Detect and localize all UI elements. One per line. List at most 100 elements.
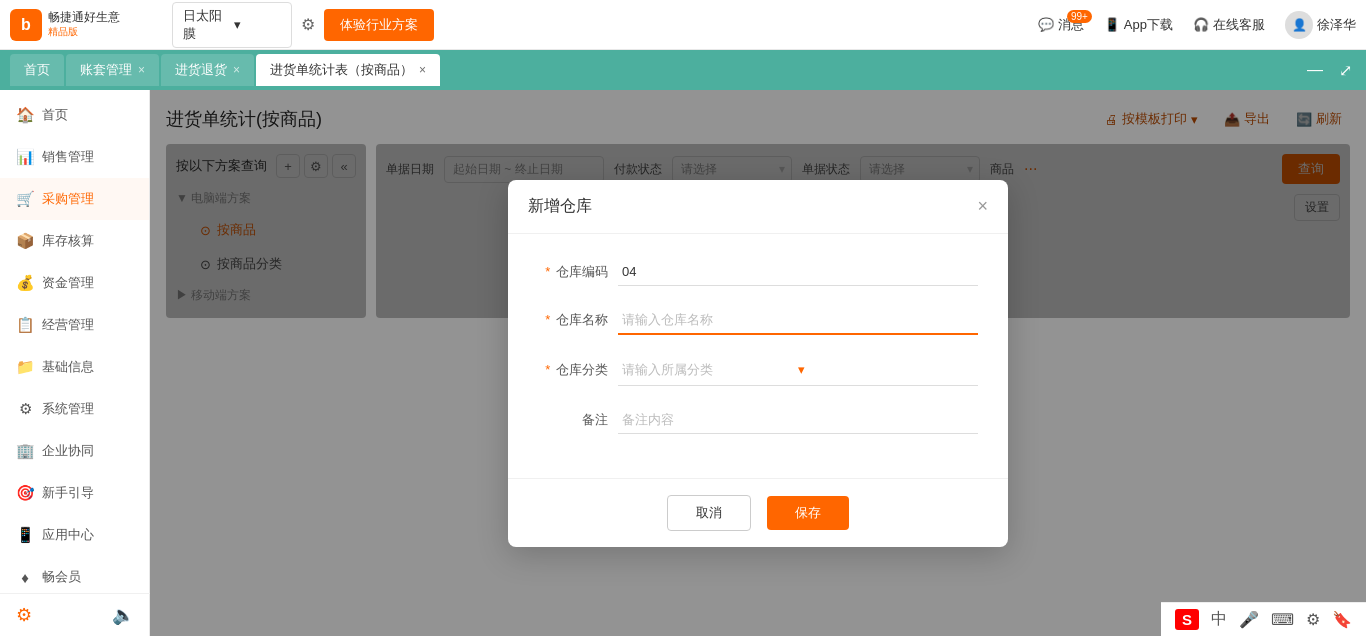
sidebar-vip-label: 畅会员 xyxy=(42,568,81,586)
sidebar-item-system[interactable]: ⚙ 系统管理 xyxy=(0,388,149,430)
keyboard-icon[interactable]: ⌨ xyxy=(1271,610,1294,629)
sidebar-item-basic-info[interactable]: 📁 基础信息 xyxy=(0,346,149,388)
tab-bar: 首页 账套管理 × 进货退货 × 进货单统计表（按商品） × — ⤢ xyxy=(0,50,1366,90)
sidebar-apps-label: 应用中心 xyxy=(42,526,94,544)
tab-accounts-label: 账套管理 xyxy=(80,61,132,79)
tab-accounts[interactable]: 账套管理 × xyxy=(66,54,159,86)
inventory-icon: 📦 xyxy=(16,232,34,250)
modal-overlay: 新增仓库 × * 仓库编码 * xyxy=(150,90,1366,636)
sidebar-item-home[interactable]: 🏠 首页 xyxy=(0,94,149,136)
settings-bottom-icon[interactable]: ⚙ xyxy=(16,604,32,626)
logo-area: b 畅捷通好生意 精品版 xyxy=(10,9,160,41)
warehouse-code-input[interactable] xyxy=(618,258,978,286)
sidebar-item-enterprise[interactable]: 🏢 企业协同 xyxy=(0,430,149,472)
status-bar: S 中 🎤 ⌨ ⚙ 🔖 xyxy=(1161,602,1366,636)
sidebar-finance-label: 资金管理 xyxy=(42,274,94,292)
message-icon: 💬 xyxy=(1038,17,1054,32)
cancel-button[interactable]: 取消 xyxy=(667,495,751,531)
sidebar-system-label: 系统管理 xyxy=(42,400,94,418)
experience-btn[interactable]: 体验行业方案 xyxy=(324,9,434,41)
store-dropdown-icon: ▾ xyxy=(234,17,281,32)
warehouse-name-input[interactable] xyxy=(618,306,978,335)
remark-label: 备注 xyxy=(538,411,618,429)
sidebar-inventory-label: 库存核算 xyxy=(42,232,94,250)
main-layout: 🏠 首页 📊 销售管理 🛒 采购管理 📦 库存核算 💰 资金管理 📋 经营管理 … xyxy=(0,90,1366,636)
tab-home-label: 首页 xyxy=(24,61,50,79)
home-icon: 🏠 xyxy=(16,106,34,124)
sidebar-item-vip[interactable]: ♦ 畅会员 xyxy=(0,556,149,598)
tab-purchase-stats-close[interactable]: × xyxy=(419,63,426,77)
tab-purchase-stats-label: 进货单统计表（按商品） xyxy=(270,61,413,79)
category-dropdown-arrow: ▾ xyxy=(798,362,974,377)
sidebar-item-purchase[interactable]: 🛒 采购管理 xyxy=(0,178,149,220)
headset-icon: 🎧 xyxy=(1193,17,1209,32)
tab-home[interactable]: 首页 xyxy=(10,54,64,86)
sidebar-item-apps[interactable]: 📱 应用中心 xyxy=(0,514,149,556)
warehouse-remark-input[interactable] xyxy=(618,406,978,434)
sidebar-item-guide[interactable]: 🎯 新手引导 xyxy=(0,472,149,514)
tab-purchase-stats[interactable]: 进货单统计表（按商品） × xyxy=(256,54,440,86)
sidebar-item-finance[interactable]: 💰 资金管理 xyxy=(0,262,149,304)
microphone-icon[interactable]: 🎤 xyxy=(1239,610,1259,629)
tab-minimize-button[interactable]: — xyxy=(1303,61,1327,80)
dialog-title: 新增仓库 xyxy=(528,196,592,217)
vip-icon: ♦ xyxy=(16,569,34,586)
apps-icon: 📱 xyxy=(16,526,34,544)
phone-icon: 📱 xyxy=(1104,17,1120,32)
sidebar-item-inventory[interactable]: 📦 库存核算 xyxy=(0,220,149,262)
guide-icon: 🎯 xyxy=(16,484,34,502)
sidebar-sales-label: 销售管理 xyxy=(42,148,94,166)
logo-icon: b xyxy=(10,9,42,41)
logo-title: 畅捷通好生意 xyxy=(48,10,120,26)
top-navigation: b 畅捷通好生意 精品版 日太阳膜 ▾ ⚙ 体验行业方案 💬 消息 99+ 📱 … xyxy=(0,0,1366,50)
tab-purchase-return[interactable]: 进货退货 × xyxy=(161,54,254,86)
tab-maximize-button[interactable]: ⤢ xyxy=(1335,61,1356,80)
online-service-action[interactable]: 🎧 在线客服 xyxy=(1193,16,1265,34)
messages-action[interactable]: 💬 消息 99+ xyxy=(1038,16,1084,34)
sidebar-item-management[interactable]: 📋 经营管理 xyxy=(0,304,149,346)
code-required-star: * xyxy=(545,264,550,279)
form-row-remark: 备注 xyxy=(538,406,978,434)
form-row-code: * 仓库编码 xyxy=(538,258,978,286)
volume-icon[interactable]: 🔈 xyxy=(112,604,134,626)
dialog-close-button[interactable]: × xyxy=(977,196,988,217)
tab-purchase-return-close[interactable]: × xyxy=(233,63,240,77)
category-required-star: * xyxy=(545,362,550,377)
basic-info-icon: 📁 xyxy=(16,358,34,376)
finance-icon: 💰 xyxy=(16,274,34,292)
save-button[interactable]: 保存 xyxy=(767,496,849,530)
store-selector[interactable]: 日太阳膜 ▾ xyxy=(172,2,292,48)
dialog-body: * 仓库编码 * 仓库名称 xyxy=(508,234,1008,478)
messages-badge: 99+ xyxy=(1067,10,1092,23)
dialog-footer: 取消 保存 xyxy=(508,478,1008,547)
sales-icon: 📊 xyxy=(16,148,34,166)
code-label: * 仓库编码 xyxy=(538,263,618,281)
tab-accounts-close[interactable]: × xyxy=(138,63,145,77)
new-warehouse-dialog: 新增仓库 × * 仓库编码 * xyxy=(508,180,1008,547)
chinese-input-icon[interactable]: 中 xyxy=(1211,609,1227,630)
category-label: * 仓库分类 xyxy=(538,361,618,379)
system-icon: ⚙ xyxy=(16,400,34,418)
online-service-label: 在线客服 xyxy=(1213,16,1265,34)
form-row-category: * 仓库分类 请输入所属分类 ▾ xyxy=(538,355,978,386)
settings-status-icon[interactable]: ⚙ xyxy=(1306,610,1320,629)
sidebar-enterprise-label: 企业协同 xyxy=(42,442,94,460)
top-nav-right: 💬 消息 99+ 📱 App下载 🎧 在线客服 👤 徐泽华 xyxy=(1038,11,1356,39)
settings-gear-button[interactable]: ⚙ xyxy=(292,9,324,41)
username-label: 徐泽华 xyxy=(1317,16,1356,34)
bookmark-icon[interactable]: 🔖 xyxy=(1332,610,1352,629)
sidebar-home-label: 首页 xyxy=(42,106,68,124)
sidebar-item-sales[interactable]: 📊 销售管理 xyxy=(0,136,149,178)
s-logo: S xyxy=(1175,609,1199,630)
management-icon: 📋 xyxy=(16,316,34,334)
tab-purchase-return-label: 进货退货 xyxy=(175,61,227,79)
sidebar-basic-info-label: 基础信息 xyxy=(42,358,94,376)
warehouse-category-select[interactable]: 请输入所属分类 ▾ xyxy=(618,355,978,386)
form-row-name: * 仓库名称 xyxy=(538,306,978,335)
content-area: 进货单统计(按商品) 🖨 按模板打印 ▾ 📤 导出 🔄 刷新 xyxy=(150,90,1366,636)
user-profile-action[interactable]: 👤 徐泽华 xyxy=(1285,11,1356,39)
app-download-action[interactable]: 📱 App下载 xyxy=(1104,16,1173,34)
category-placeholder: 请输入所属分类 xyxy=(622,361,798,379)
logo-sub: 精品版 xyxy=(48,25,120,39)
sidebar: 🏠 首页 📊 销售管理 🛒 采购管理 📦 库存核算 💰 资金管理 📋 经营管理 … xyxy=(0,90,150,636)
